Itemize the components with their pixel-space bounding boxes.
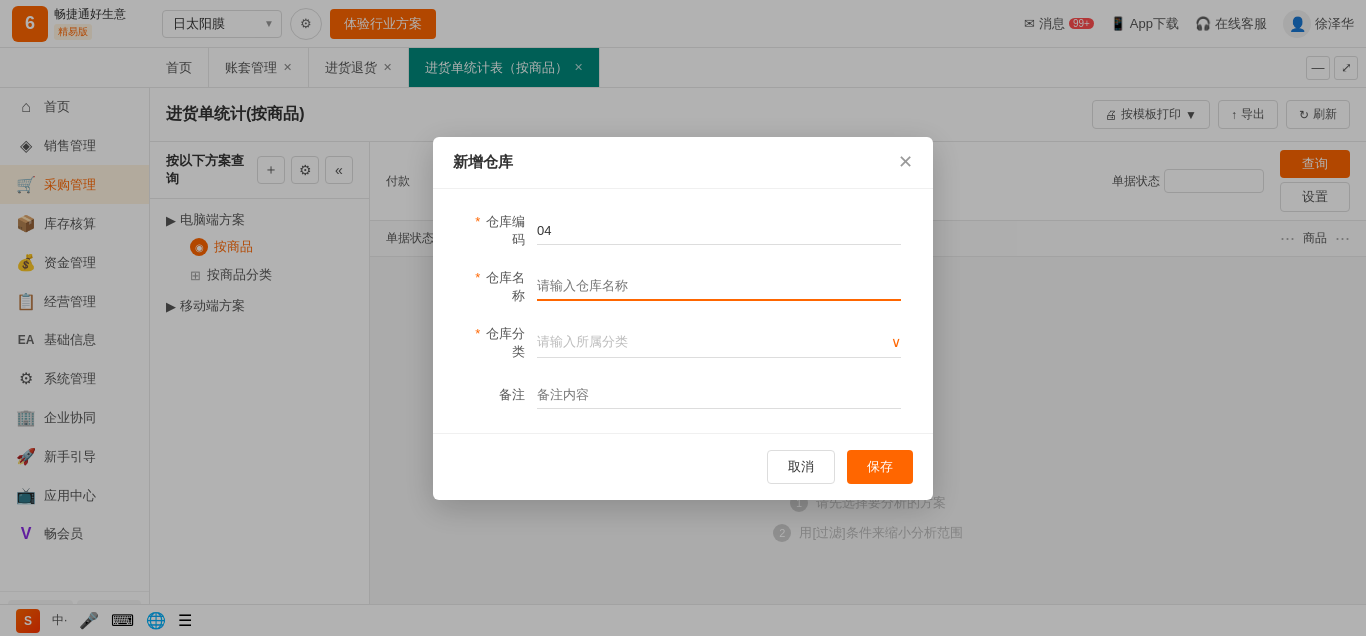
save-button[interactable]: 保存 [847,450,913,484]
cancel-button[interactable]: 取消 [767,450,835,484]
warehouse-category-select[interactable]: 请输入所属分类 ∨ [537,327,901,358]
warehouse-note-input[interactable] [537,381,901,409]
chevron-down-icon: ∨ [891,334,901,350]
required-star: * [475,326,480,341]
warehouse-name-input[interactable] [537,272,901,301]
modal-body: * 仓库编码 * 仓库名称 * 仓库分类 请输入 [433,189,933,433]
modal-close-button[interactable]: ✕ [898,153,913,171]
warehouse-code-field: * 仓库编码 [465,213,901,249]
warehouse-name-label: * 仓库名称 [465,269,525,305]
modal-title: 新增仓库 [453,153,513,172]
warehouse-name-field: * 仓库名称 [465,269,901,305]
warehouse-code-input[interactable] [537,217,901,245]
category-placeholder: 请输入所属分类 [537,333,628,351]
warehouse-category-label: * 仓库分类 [465,325,525,361]
required-star: * [475,214,480,229]
warehouse-note-field: 备注 [465,381,901,409]
modal-header: 新增仓库 ✕ [433,137,933,189]
modal-overlay: 新增仓库 ✕ * 仓库编码 * 仓库名称 [0,0,1366,636]
required-star: * [475,270,480,285]
modal-footer: 取消 保存 [433,433,933,500]
add-warehouse-modal: 新增仓库 ✕ * 仓库编码 * 仓库名称 [433,137,933,500]
warehouse-code-label: * 仓库编码 [465,213,525,249]
warehouse-category-field: * 仓库分类 请输入所属分类 ∨ [465,325,901,361]
warehouse-note-label: 备注 [465,386,525,404]
